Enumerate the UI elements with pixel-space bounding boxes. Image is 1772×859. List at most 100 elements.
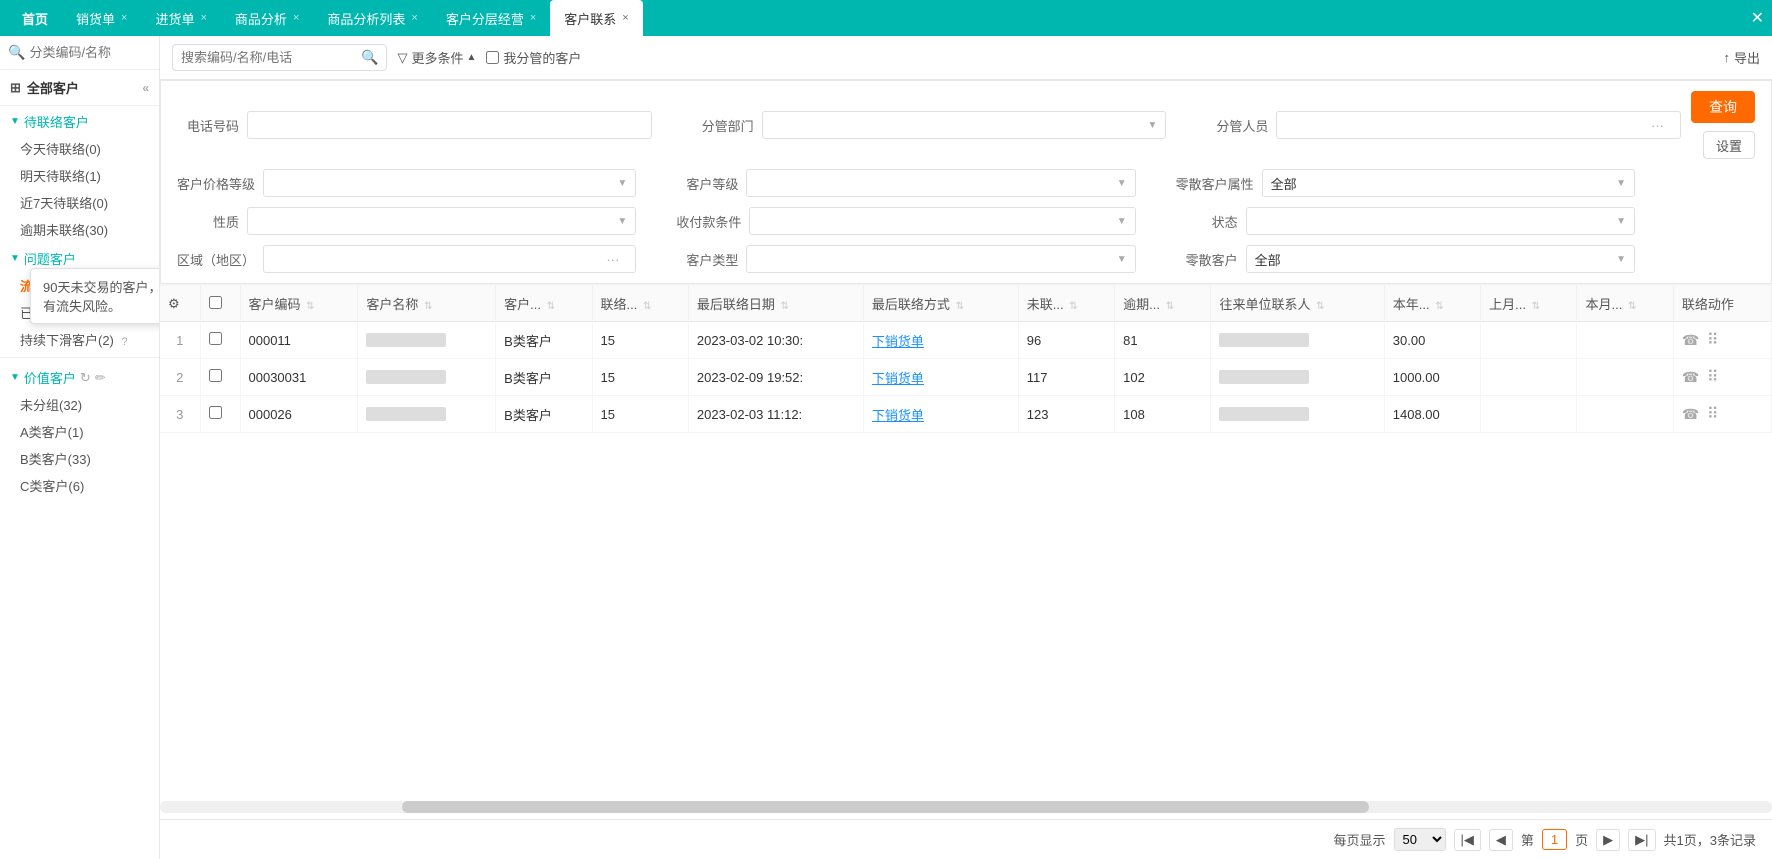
- next-page-btn[interactable]: ▶: [1596, 829, 1620, 851]
- close-contact-tab[interactable]: ×: [622, 12, 628, 24]
- th-this-year[interactable]: 本年... ⇅: [1384, 286, 1480, 322]
- tab-customer-contact[interactable]: 客户联系 ×: [550, 0, 642, 36]
- th-uncontacted[interactable]: 未联... ⇅: [1018, 286, 1114, 322]
- sidebar-item-ungrouped[interactable]: 未分组(32): [0, 391, 159, 418]
- zero-attr-select[interactable]: 全部 ▼: [1262, 169, 1635, 197]
- sidebar-collapse-btn[interactable]: «: [142, 81, 149, 95]
- my-customers-checkbox[interactable]: [486, 51, 499, 64]
- tab-customer-segment[interactable]: 客户分层经营 ×: [432, 0, 550, 36]
- area-select[interactable]: ···: [263, 245, 636, 273]
- th-name[interactable]: 客户名称 ⇅: [358, 286, 496, 322]
- th-type[interactable]: 客户... ⇅: [496, 286, 592, 322]
- filter-status: 状态 ▼: [1176, 207, 1635, 235]
- sidebar-item-class-a[interactable]: A类客户(1): [0, 418, 159, 445]
- grade-select[interactable]: ▼: [746, 169, 1135, 197]
- row-uncontacted-1: 117: [1018, 359, 1114, 396]
- sort-icon-last-month: ⇅: [1532, 301, 1540, 312]
- th-last-date[interactable]: 最后联络日期 ⇅: [688, 286, 863, 322]
- row-this-year-1: 1000.00: [1384, 359, 1480, 396]
- tab-purchase[interactable]: 进货单 ×: [141, 0, 220, 36]
- tab-home[interactable]: 首页: [8, 0, 62, 36]
- close-window-btn[interactable]: ✕: [1751, 8, 1764, 28]
- th-last-method[interactable]: 最后联络方式 ⇅: [863, 286, 1018, 322]
- filter-arrow: ▲: [466, 52, 476, 63]
- close-segment-tab[interactable]: ×: [530, 12, 536, 24]
- value-edit-icon[interactable]: ✏: [95, 370, 106, 386]
- filter-more-btn[interactable]: ▽ 更多条件 ▲: [397, 48, 476, 67]
- th-contact-count[interactable]: 联络... ⇅: [592, 286, 688, 322]
- close-sales-tab[interactable]: ×: [121, 12, 127, 24]
- sidebar-item-tomorrow[interactable]: 明天待联络(1): [0, 162, 159, 189]
- sidebar-item-class-b[interactable]: B类客户(33): [0, 445, 159, 472]
- sidebar-item-today[interactable]: 今天待联络(0): [0, 135, 159, 162]
- tab-product-analysis-list[interactable]: 商品分析列表 ×: [313, 0, 431, 36]
- sort-icon-date: ⇅: [781, 301, 789, 312]
- price-grade-select[interactable]: ▼: [263, 169, 636, 197]
- more-action-icon-2[interactable]: ⠿: [1707, 406, 1719, 423]
- last-page-btn[interactable]: ▶|: [1628, 829, 1655, 851]
- row-last-method-2[interactable]: 下销货单: [863, 396, 1018, 433]
- export-btn[interactable]: ↑ 导出: [1723, 48, 1760, 67]
- first-page-btn[interactable]: |◀: [1454, 829, 1481, 851]
- sidebar-item-overdue[interactable]: 逾期未联络(30): [0, 216, 159, 243]
- close-purchase-tab[interactable]: ×: [200, 12, 206, 24]
- settings-btn[interactable]: 设置: [1703, 131, 1755, 159]
- settings-th[interactable]: ⚙: [160, 286, 200, 322]
- row-last-method-0[interactable]: 下销货单: [863, 322, 1018, 359]
- phone-input[interactable]: [247, 111, 652, 139]
- nature-select[interactable]: ▼: [247, 207, 636, 235]
- status-select[interactable]: ▼: [1246, 207, 1635, 235]
- table-header-row: ⚙ 客户编码 ⇅ 客户名称 ⇅: [160, 286, 1772, 322]
- prev-page-btn[interactable]: ◀: [1489, 829, 1513, 851]
- sidebar-all-customers[interactable]: ⊞ 全部客户 «: [0, 70, 159, 106]
- payment-select[interactable]: ▼: [749, 207, 1135, 235]
- person-select[interactable]: ···: [1276, 111, 1681, 139]
- sidebar-item-declining[interactable]: 持续下滑客户(2) ?: [0, 326, 159, 353]
- phone-action-icon-0[interactable]: ☎: [1682, 332, 1699, 348]
- search-input[interactable]: [181, 50, 361, 65]
- th-code[interactable]: 客户编码 ⇅: [240, 286, 358, 322]
- sidebar-section-pending[interactable]: ▼ 待联络客户: [0, 106, 159, 135]
- th-overdue[interactable]: 逾期... ⇅: [1115, 286, 1211, 322]
- close-product-analysis-tab[interactable]: ×: [293, 12, 299, 24]
- th-this-month[interactable]: 本月... ⇅: [1577, 286, 1673, 322]
- tab-product-analysis[interactable]: 商品分析 ×: [221, 0, 313, 36]
- row-last-method-1[interactable]: 下销货单: [863, 359, 1018, 396]
- row-uncontacted-2: 123: [1018, 396, 1114, 433]
- more-action-icon-1[interactable]: ⠿: [1707, 369, 1719, 386]
- query-btn[interactable]: 查询: [1691, 91, 1755, 123]
- phone-action-icon-2[interactable]: ☎: [1682, 406, 1699, 422]
- grade-arrow: ▼: [1117, 178, 1127, 189]
- select-all-checkbox[interactable]: [209, 296, 222, 309]
- sidebar-section-value[interactable]: ▼ 价值客户 ↻ ✏: [0, 362, 159, 391]
- row-checkbox-0[interactable]: [200, 322, 240, 359]
- area-dots[interactable]: ···: [598, 252, 627, 267]
- zero-customer-select[interactable]: 全部 ▼: [1246, 245, 1635, 273]
- per-page-select[interactable]: 50 100: [1394, 828, 1446, 851]
- row-contact-count-2: 15: [592, 396, 688, 433]
- sidebar-item-7days[interactable]: 近7天待联络(0): [0, 189, 159, 216]
- person-dots[interactable]: ···: [1643, 118, 1672, 133]
- more-action-icon-0[interactable]: ⠿: [1707, 332, 1719, 349]
- phone-action-icon-1[interactable]: ☎: [1682, 369, 1699, 385]
- my-customers-checkbox-label[interactable]: 我分管的客户: [486, 48, 581, 67]
- sidebar-search-input[interactable]: [29, 45, 160, 60]
- th-last-month[interactable]: 上月... ⇅: [1481, 286, 1577, 322]
- sidebar-item-class-c[interactable]: C类客户(6): [0, 472, 159, 499]
- th-contact-person[interactable]: 往来单位联系人 ⇅: [1211, 286, 1384, 322]
- dept-select[interactable]: ▼: [762, 111, 1167, 139]
- row-checkbox-1[interactable]: [200, 359, 240, 396]
- row-overdue-1: 102: [1115, 359, 1211, 396]
- search-icon[interactable]: 🔍: [361, 49, 378, 66]
- row-code-0: 000011: [240, 322, 358, 359]
- checkbox-th[interactable]: [200, 286, 240, 322]
- bottom-scroll[interactable]: [160, 795, 1772, 819]
- nature-arrow: ▼: [617, 216, 627, 227]
- customer-type-select[interactable]: ▼: [746, 245, 1135, 273]
- row-last-date-1: 2023-02-09 19:52:: [688, 359, 863, 396]
- close-product-list-tab[interactable]: ×: [411, 12, 417, 24]
- status-arrow: ▼: [1616, 216, 1626, 227]
- value-refresh-icon[interactable]: ↻: [80, 370, 91, 386]
- row-checkbox-2[interactable]: [200, 396, 240, 433]
- tab-sales[interactable]: 销货单 ×: [62, 0, 141, 36]
